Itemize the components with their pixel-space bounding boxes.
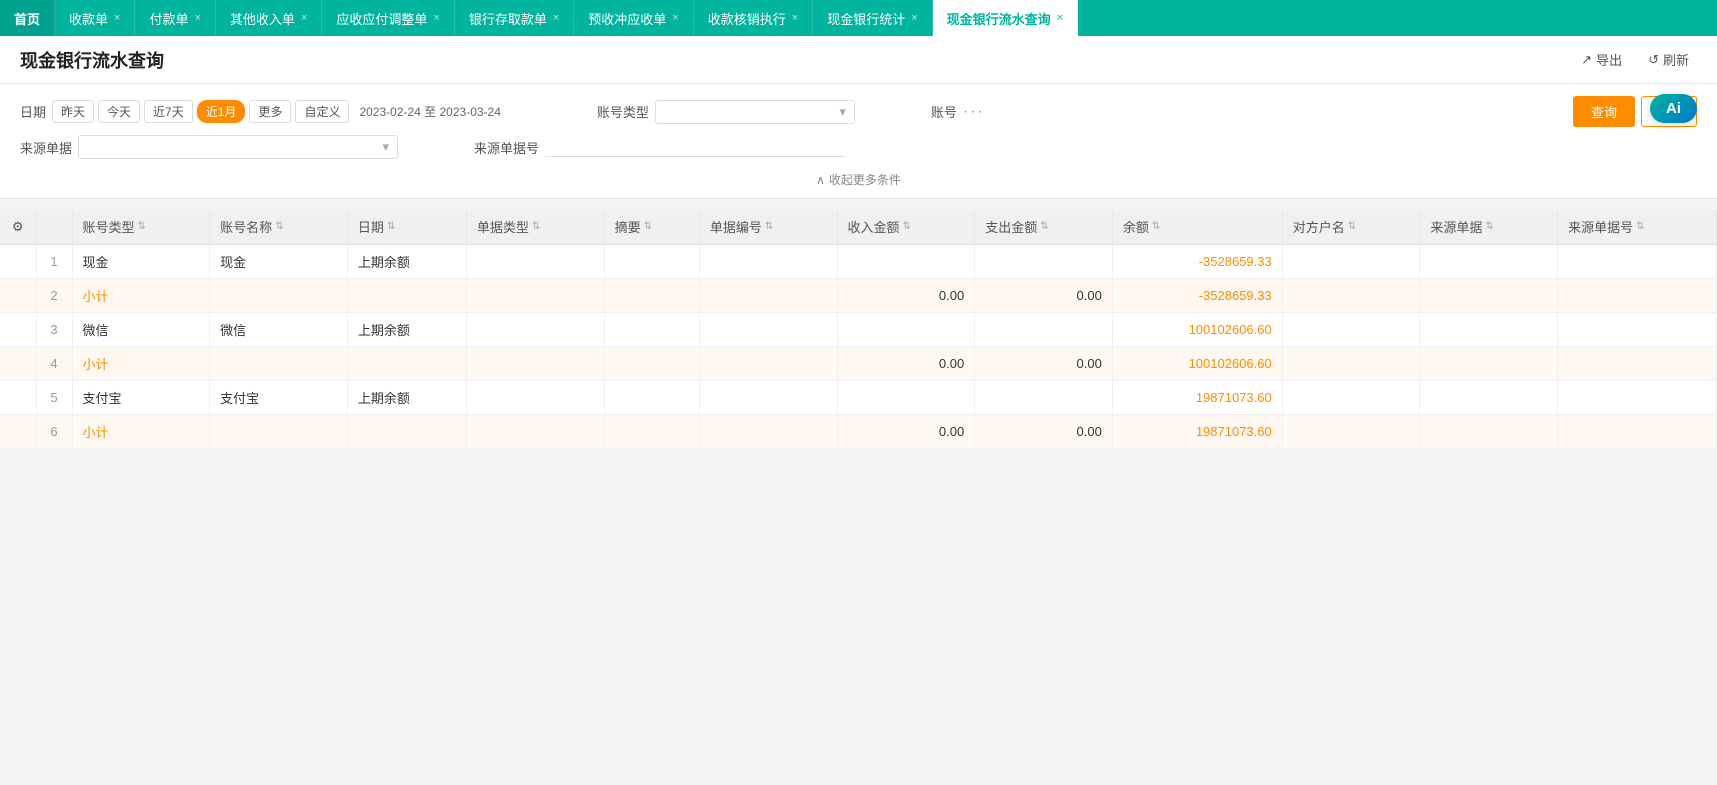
nav-fukuandan[interactable]: 付款单 × <box>135 0 215 36</box>
nav-shoukuandan[interactable]: 收款单 × <box>55 0 135 36</box>
sort-icon: ⇅ <box>644 221 652 232</box>
th-source-doc[interactable]: 来源单据⇅ <box>1420 209 1558 245</box>
nav-xianjinliushui[interactable]: 现金银行流水查询 × <box>933 0 1078 36</box>
page-header: 现金银行流水查询 ↗ 导出 ↺ 刷新 <box>0 36 1717 84</box>
date-range-display: 2023-02-24 至 2023-03-24 <box>359 103 500 120</box>
table-container: ⚙ 账号类型⇅ 账号名称⇅ 日期⇅ 单据类型⇅ 摘要⇅ 单据编号 <box>0 209 1717 449</box>
table-row[interactable]: 3微信微信上期余额100102606.60 <box>0 313 1717 347</box>
date-label: 日期 <box>20 102 46 121</box>
date-options: 昨天 今天 近7天 近1月 更多 自定义 <box>52 100 349 123</box>
account-type-filter-group: 账号类型 ▾ <box>597 100 855 124</box>
nav-qitashourudan[interactable]: 其他收入单 × <box>216 0 322 36</box>
table-body: 1现金现金上期余额-3528659.332小计0.000.00-3528659.… <box>0 245 1717 449</box>
th-settings[interactable]: ⚙ <box>0 209 36 245</box>
chevron-down-icon: ▾ <box>839 104 846 120</box>
table-row[interactable]: 2小计0.000.00-3528659.33 <box>0 279 1717 313</box>
filter-area: 日期 昨天 今天 近7天 近1月 更多 自定义 2023-02-24 至 202… <box>0 84 1717 199</box>
close-icon[interactable]: × <box>194 12 200 24</box>
export-icon: ↗ <box>1581 52 1592 68</box>
sort-icon: ⇅ <box>387 221 395 232</box>
account-type-label: 账号类型 <box>597 102 649 121</box>
close-icon[interactable]: × <box>911 12 917 24</box>
th-doc-type[interactable]: 单据类型⇅ <box>466 209 604 245</box>
th-expense[interactable]: 支出金额⇅ <box>975 209 1113 245</box>
query-button[interactable]: 查询 <box>1573 96 1635 127</box>
date-btn-more[interactable]: 更多 <box>249 100 291 123</box>
date-btn-7days[interactable]: 近7天 <box>144 100 193 123</box>
table-row[interactable]: 1现金现金上期余额-3528659.33 <box>0 245 1717 279</box>
source-doc-filter-group: 来源单据 ▾ <box>20 135 398 159</box>
table-row[interactable]: 5支付宝支付宝上期余额19871073.60 <box>0 381 1717 415</box>
sort-icon: ⇅ <box>765 221 773 232</box>
header-actions: ↗ 导出 ↺ 刷新 <box>1573 46 1697 73</box>
sort-icon: ⇅ <box>1152 221 1160 232</box>
source-doc-num-label: 来源单据号 <box>474 138 539 157</box>
chevron-down-icon: ▾ <box>382 139 389 155</box>
th-source-doc-no[interactable]: 来源单据号⇅ <box>1558 209 1717 245</box>
nav-xianjinyinhangtongjit[interactable]: 现金银行统计 × <box>813 0 932 36</box>
nav-yinhangcunqukuandan[interactable]: 银行存取款单 × <box>455 0 574 36</box>
date-btn-yesterday[interactable]: 昨天 <box>52 100 94 123</box>
source-doc-num-input[interactable] <box>545 137 845 157</box>
date-btn-custom[interactable]: 自定义 <box>295 100 349 123</box>
source-doc-num-filter-group: 来源单据号 <box>474 137 845 157</box>
date-btn-1month[interactable]: 近1月 <box>197 100 246 123</box>
th-row-num <box>36 209 72 245</box>
gear-icon: ⚙ <box>12 219 24 234</box>
th-balance[interactable]: 余额⇅ <box>1112 209 1282 245</box>
nav-yushoudan[interactable]: 预收冲应收单 × <box>574 0 693 36</box>
table-row[interactable]: 6小计0.000.0019871073.60 <box>0 415 1717 449</box>
sort-icon: ⇅ <box>1348 221 1356 232</box>
export-button[interactable]: ↗ 导出 <box>1573 46 1630 73</box>
close-icon[interactable]: × <box>672 12 678 24</box>
account-more-button[interactable]: ··· <box>963 103 985 121</box>
nav-home[interactable]: 首页 <box>0 0 55 36</box>
table-row[interactable]: 4小计0.000.00100102606.60 <box>0 347 1717 381</box>
sort-icon: ⇅ <box>1485 221 1493 232</box>
account-label: 账号 <box>931 102 957 121</box>
sort-icon: ⇅ <box>138 221 146 232</box>
source-doc-select[interactable]: ▾ <box>78 135 398 159</box>
sort-icon: ⇅ <box>903 221 911 232</box>
date-btn-today[interactable]: 今天 <box>98 100 140 123</box>
collapse-bar[interactable]: ∧ 收起更多条件 <box>20 167 1697 190</box>
th-account-name[interactable]: 账号名称⇅ <box>210 209 348 245</box>
ai-button[interactable]: Ai <box>1650 94 1697 123</box>
close-icon[interactable]: × <box>1057 12 1063 24</box>
filter-row-2: 来源单据 ▾ 来源单据号 <box>20 135 1697 159</box>
th-counterpart[interactable]: 对方户名⇅ <box>1282 209 1420 245</box>
th-date[interactable]: 日期⇅ <box>347 209 466 245</box>
th-income[interactable]: 收入金额⇅ <box>837 209 975 245</box>
sort-icon: ⇅ <box>532 221 540 232</box>
refresh-button[interactable]: ↺ 刷新 <box>1640 46 1697 73</box>
nav-yingshoutiaozhengdan[interactable]: 应收应付调整单 × <box>322 0 454 36</box>
page-title: 现金银行流水查询 <box>20 47 164 73</box>
sort-icon: ⇅ <box>275 221 283 232</box>
nav-shoukuanhexiao[interactable]: 收款核销执行 × <box>694 0 813 36</box>
collapse-up-icon: ∧ <box>816 173 825 187</box>
close-icon[interactable]: × <box>792 12 798 24</box>
table-header-row: ⚙ 账号类型⇅ 账号名称⇅ 日期⇅ 单据类型⇅ 摘要⇅ 单据编号 <box>0 209 1717 245</box>
date-filter-group: 日期 昨天 今天 近7天 近1月 更多 自定义 2023-02-24 至 202… <box>20 100 501 123</box>
account-type-select[interactable]: ▾ <box>655 100 855 124</box>
close-icon[interactable]: × <box>553 12 559 24</box>
sort-icon: ⇅ <box>1040 221 1048 232</box>
close-icon[interactable]: × <box>301 12 307 24</box>
refresh-icon: ↺ <box>1648 52 1659 68</box>
th-doc-no[interactable]: 单据编号⇅ <box>699 209 837 245</box>
source-doc-label: 来源单据 <box>20 138 72 157</box>
data-table: ⚙ 账号类型⇅ 账号名称⇅ 日期⇅ 单据类型⇅ 摘要⇅ 单据编号 <box>0 209 1717 449</box>
top-nav: 首页 收款单 × 付款单 × 其他收入单 × 应收应付调整单 × 银行存取款单 … <box>0 0 1717 36</box>
th-summary[interactable]: 摘要⇅ <box>604 209 699 245</box>
close-icon[interactable]: × <box>433 12 439 24</box>
sort-icon: ⇅ <box>1636 221 1644 232</box>
filter-row-1: 日期 昨天 今天 近7天 近1月 更多 自定义 2023-02-24 至 202… <box>20 96 1697 127</box>
th-account-type[interactable]: 账号类型⇅ <box>72 209 210 245</box>
account-filter-group: 账号 ··· <box>931 102 985 121</box>
close-icon[interactable]: × <box>114 12 120 24</box>
